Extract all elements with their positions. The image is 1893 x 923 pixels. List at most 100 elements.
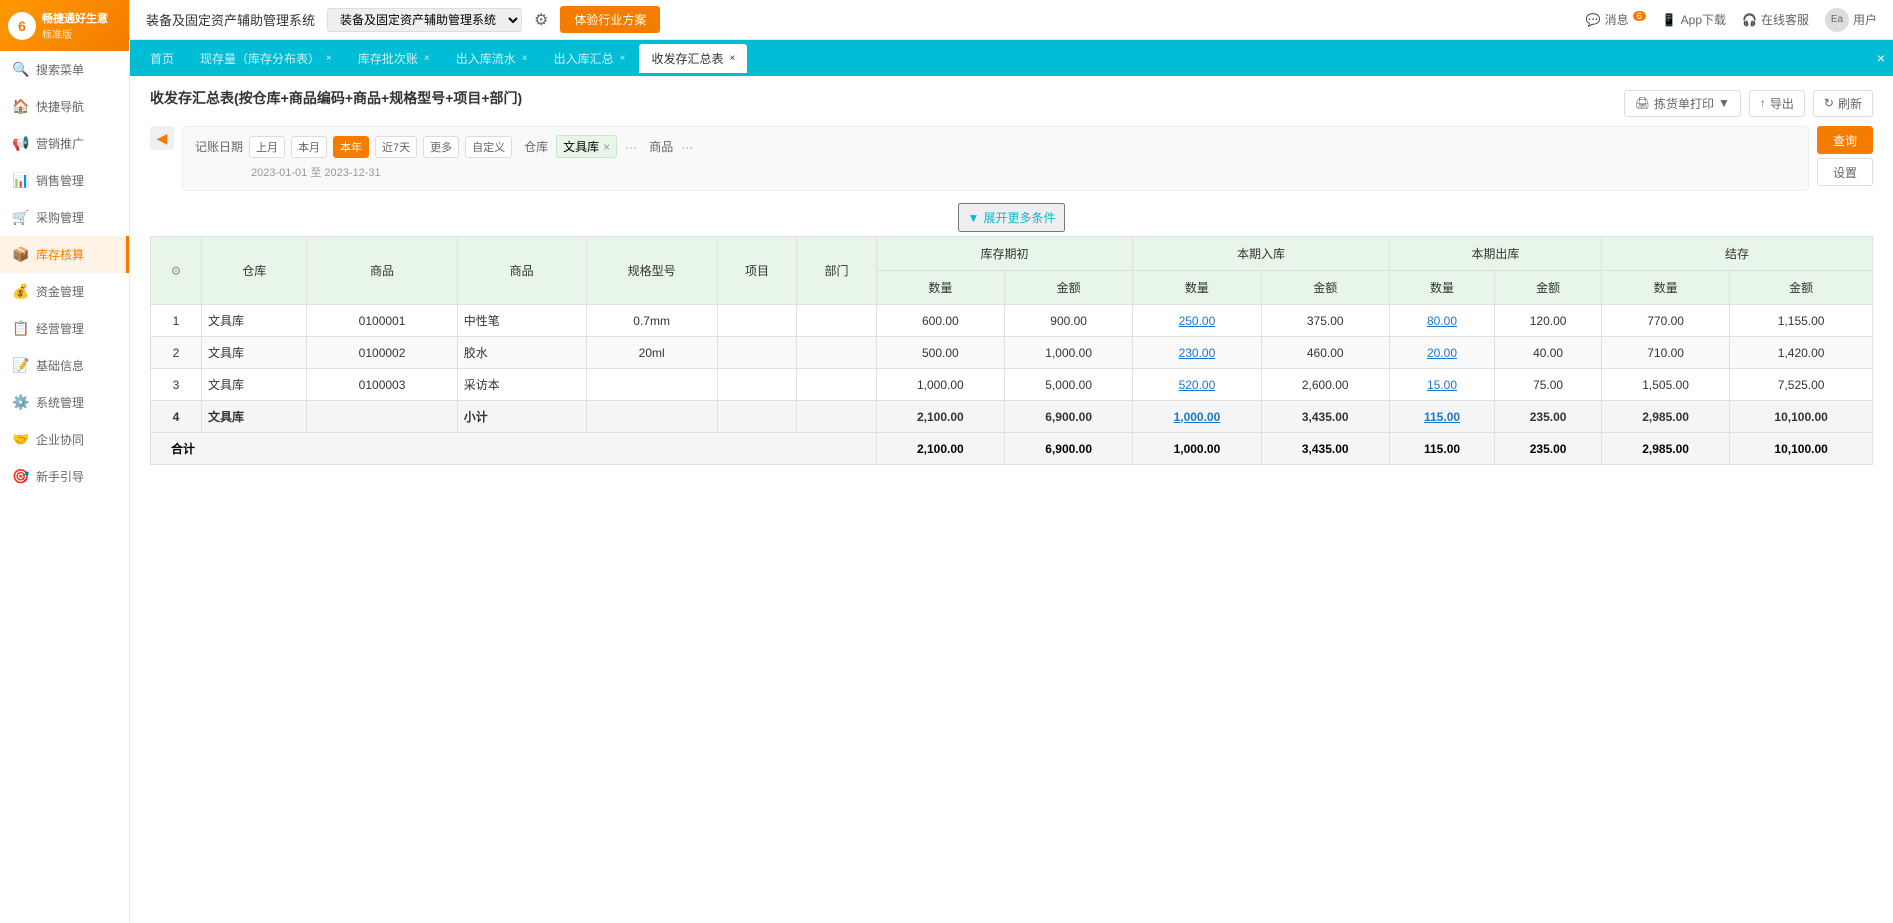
filter-collapse-button[interactable]: ◀ bbox=[150, 126, 174, 150]
total-open-amt: 6,900.00 bbox=[1005, 433, 1133, 465]
col-in-header: 本期入库 bbox=[1133, 237, 1390, 271]
this-year-btn[interactable]: 本年 bbox=[333, 136, 369, 158]
sidebar-item-finance[interactable]: 💰 资金管理 bbox=[0, 273, 129, 310]
filter-settings-button[interactable]: 设置 bbox=[1817, 158, 1873, 186]
inventory-icon: 📦 bbox=[12, 246, 28, 263]
expand-conditions-button[interactable]: ▼ 展开更多条件 bbox=[958, 203, 1066, 232]
date-range-display: 2023-01-01 至 2023-12-31 bbox=[251, 164, 381, 180]
in-qty-link[interactable]: 230.00 bbox=[1133, 337, 1261, 369]
last-7days-btn[interactable]: 近7天 bbox=[375, 136, 417, 158]
total-out-qty: 115.00 bbox=[1389, 433, 1494, 465]
col-opening-header: 库存期初 bbox=[876, 237, 1133, 271]
sidebar-item-basic[interactable]: 📝 基础信息 bbox=[0, 347, 129, 384]
search-icon: 🔍 bbox=[12, 61, 28, 78]
online-service-item[interactable]: 🎧 在线客服 bbox=[1742, 11, 1809, 28]
gear-icon[interactable]: ⚙ bbox=[534, 10, 548, 30]
total-in-qty: 1,000.00 bbox=[1133, 433, 1261, 465]
in-qty-link[interactable]: 250.00 bbox=[1133, 305, 1261, 337]
refresh-icon: ↻ bbox=[1824, 96, 1834, 110]
total-open-qty: 2,100.00 bbox=[876, 433, 1004, 465]
total-row: 合计 2,100.00 6,900.00 1,000.00 3,435.00 1… bbox=[151, 433, 1873, 465]
user-item[interactable]: Ea 用户 bbox=[1825, 8, 1877, 32]
export-icon: ↑ bbox=[1760, 96, 1766, 110]
home-icon: 🏠 bbox=[12, 98, 28, 115]
system-selector[interactable]: 装备及固定资产辅助管理系统 bbox=[327, 8, 522, 32]
col-settings-header[interactable]: ⚙ bbox=[151, 237, 202, 305]
sidebar-item-sales[interactable]: 📊 销售管理 bbox=[0, 162, 129, 199]
total-close-qty: 2,985.00 bbox=[1601, 433, 1729, 465]
warehouse-filter-more[interactable]: ··· bbox=[625, 140, 637, 154]
sidebar-item-purchase[interactable]: 🛒 采购管理 bbox=[0, 199, 129, 236]
custom-btn[interactable]: 自定义 bbox=[465, 136, 512, 158]
out-qty-link[interactable]: 20.00 bbox=[1389, 337, 1494, 369]
sales-icon: 📊 bbox=[12, 172, 28, 189]
sidebar-item-marketing[interactable]: 📢 营销推广 bbox=[0, 125, 129, 162]
system-name: 装备及固定资产辅助管理系统 bbox=[146, 10, 315, 29]
page-title: 收发存汇总表(按仓库+商品编码+商品+规格型号+项目+部门) bbox=[150, 88, 522, 108]
warehouse-tag-close[interactable]: × bbox=[603, 140, 610, 154]
tab-close-inventory-dist[interactable]: × bbox=[326, 53, 332, 64]
sidebar-title-block: 畅捷通好生意 标准版 bbox=[42, 10, 108, 41]
tab-in-out-summary[interactable]: 出入库汇总 × bbox=[542, 44, 638, 73]
tab-close-in-out-summary[interactable]: × bbox=[620, 53, 626, 64]
tab-in-out-flow[interactable]: 出入库流水 × bbox=[444, 44, 540, 73]
refresh-button[interactable]: ↻ 刷新 bbox=[1813, 90, 1873, 117]
more-btn[interactable]: 更多 bbox=[423, 136, 459, 158]
col-warehouse-header: 仓库 bbox=[202, 237, 307, 305]
in-qty-link[interactable]: 1,000.00 bbox=[1133, 401, 1261, 433]
sidebar-header: 6 畅捷通好生意 标准版 bbox=[0, 0, 129, 51]
headset-icon: 🎧 bbox=[1742, 13, 1757, 27]
tab-close-batch[interactable]: × bbox=[424, 53, 430, 64]
chevron-down-icon: ▼ bbox=[1718, 96, 1730, 110]
goods-filter-label: 商品 bbox=[649, 138, 673, 155]
newbie-icon: 🎯 bbox=[12, 468, 28, 485]
notification-icon: 💬 bbox=[1586, 13, 1601, 27]
total-in-amt: 3,435.00 bbox=[1261, 433, 1389, 465]
col-in-qty-header: 数量 bbox=[1133, 271, 1261, 305]
sidebar-item-operations[interactable]: 📋 经营管理 bbox=[0, 310, 129, 347]
tab-collect-summary[interactable]: 收发存汇总表 × bbox=[639, 44, 747, 73]
date-filter-section: 记账日期 上月 本月 本年 近7天 更多 自定义 bbox=[195, 136, 512, 158]
print-button[interactable]: 🖨 拣货单打印 ▼ bbox=[1624, 90, 1741, 117]
goods-filter-more[interactable]: ··· bbox=[681, 140, 693, 154]
table-wrapper: ⚙ 仓库 商品 商品 规格型号 项目 部门 库存期初 本期入库 本期出库 结存 bbox=[130, 236, 1893, 465]
col-goods-name-header: 商品 bbox=[457, 237, 586, 305]
sidebar-item-quicknav[interactable]: 🏠 快捷导航 bbox=[0, 88, 129, 125]
out-qty-link[interactable]: 80.00 bbox=[1389, 305, 1494, 337]
sidebar-item-search[interactable]: 🔍 搜索菜单 bbox=[0, 51, 129, 88]
topbar-right: 💬 消息 6 📱 App下载 🎧 在线客服 Ea 用户 bbox=[1586, 8, 1877, 32]
app-download-item[interactable]: 📱 App下载 bbox=[1662, 11, 1726, 28]
sidebar-item-newbie[interactable]: 🎯 新手引导 bbox=[0, 458, 129, 495]
col-out-qty-header: 数量 bbox=[1389, 271, 1494, 305]
in-qty-link[interactable]: 520.00 bbox=[1133, 369, 1261, 401]
total-out-amt: 235.00 bbox=[1495, 433, 1602, 465]
notification-item[interactable]: 💬 消息 6 bbox=[1586, 11, 1646, 28]
col-out-amt-header: 金额 bbox=[1495, 271, 1602, 305]
expand-icon: ▼ bbox=[968, 211, 980, 225]
col-closing-qty-header: 数量 bbox=[1601, 271, 1729, 305]
tabbar-close-icon[interactable]: × bbox=[1877, 50, 1885, 66]
out-qty-link[interactable]: 115.00 bbox=[1389, 401, 1494, 433]
warehouse-tag: 文具库 × bbox=[556, 135, 617, 158]
query-button[interactable]: 查询 bbox=[1817, 126, 1873, 154]
col-goods-spec-header: 规格型号 bbox=[586, 237, 717, 305]
settings-icon: ⚙ bbox=[171, 264, 182, 278]
sidebar-item-inventory[interactable]: 📦 库存核算 bbox=[0, 236, 129, 273]
tab-close-in-out-flow[interactable]: × bbox=[522, 53, 528, 64]
sidebar-item-system[interactable]: ⚙️ 系统管理 bbox=[0, 384, 129, 421]
marketing-icon: 📢 bbox=[12, 135, 28, 152]
tab-home[interactable]: 首页 bbox=[138, 44, 186, 73]
export-button[interactable]: ↑ 导出 bbox=[1749, 90, 1805, 117]
last-month-btn[interactable]: 上月 bbox=[249, 136, 285, 158]
trial-button[interactable]: 体验行业方案 bbox=[560, 6, 660, 33]
this-month-btn[interactable]: 本月 bbox=[291, 136, 327, 158]
tab-close-collect-summary[interactable]: × bbox=[729, 53, 735, 64]
sidebar-logo: 6 bbox=[8, 12, 36, 40]
col-closing-amt-header: 金额 bbox=[1730, 271, 1873, 305]
sidebar-item-enterprise[interactable]: 🤝 企业协同 bbox=[0, 421, 129, 458]
tab-batch[interactable]: 库存批次账 × bbox=[346, 44, 442, 73]
out-qty-link[interactable]: 15.00 bbox=[1389, 369, 1494, 401]
tab-inventory-dist[interactable]: 现存量（库存分布表） × bbox=[188, 44, 344, 73]
topbar-left: 装备及固定资产辅助管理系统 装备及固定资产辅助管理系统 ⚙ 体验行业方案 bbox=[146, 6, 660, 33]
page-header: 收发存汇总表(按仓库+商品编码+商品+规格型号+项目+部门) 🖨 拣货单打印 ▼… bbox=[130, 76, 1893, 126]
